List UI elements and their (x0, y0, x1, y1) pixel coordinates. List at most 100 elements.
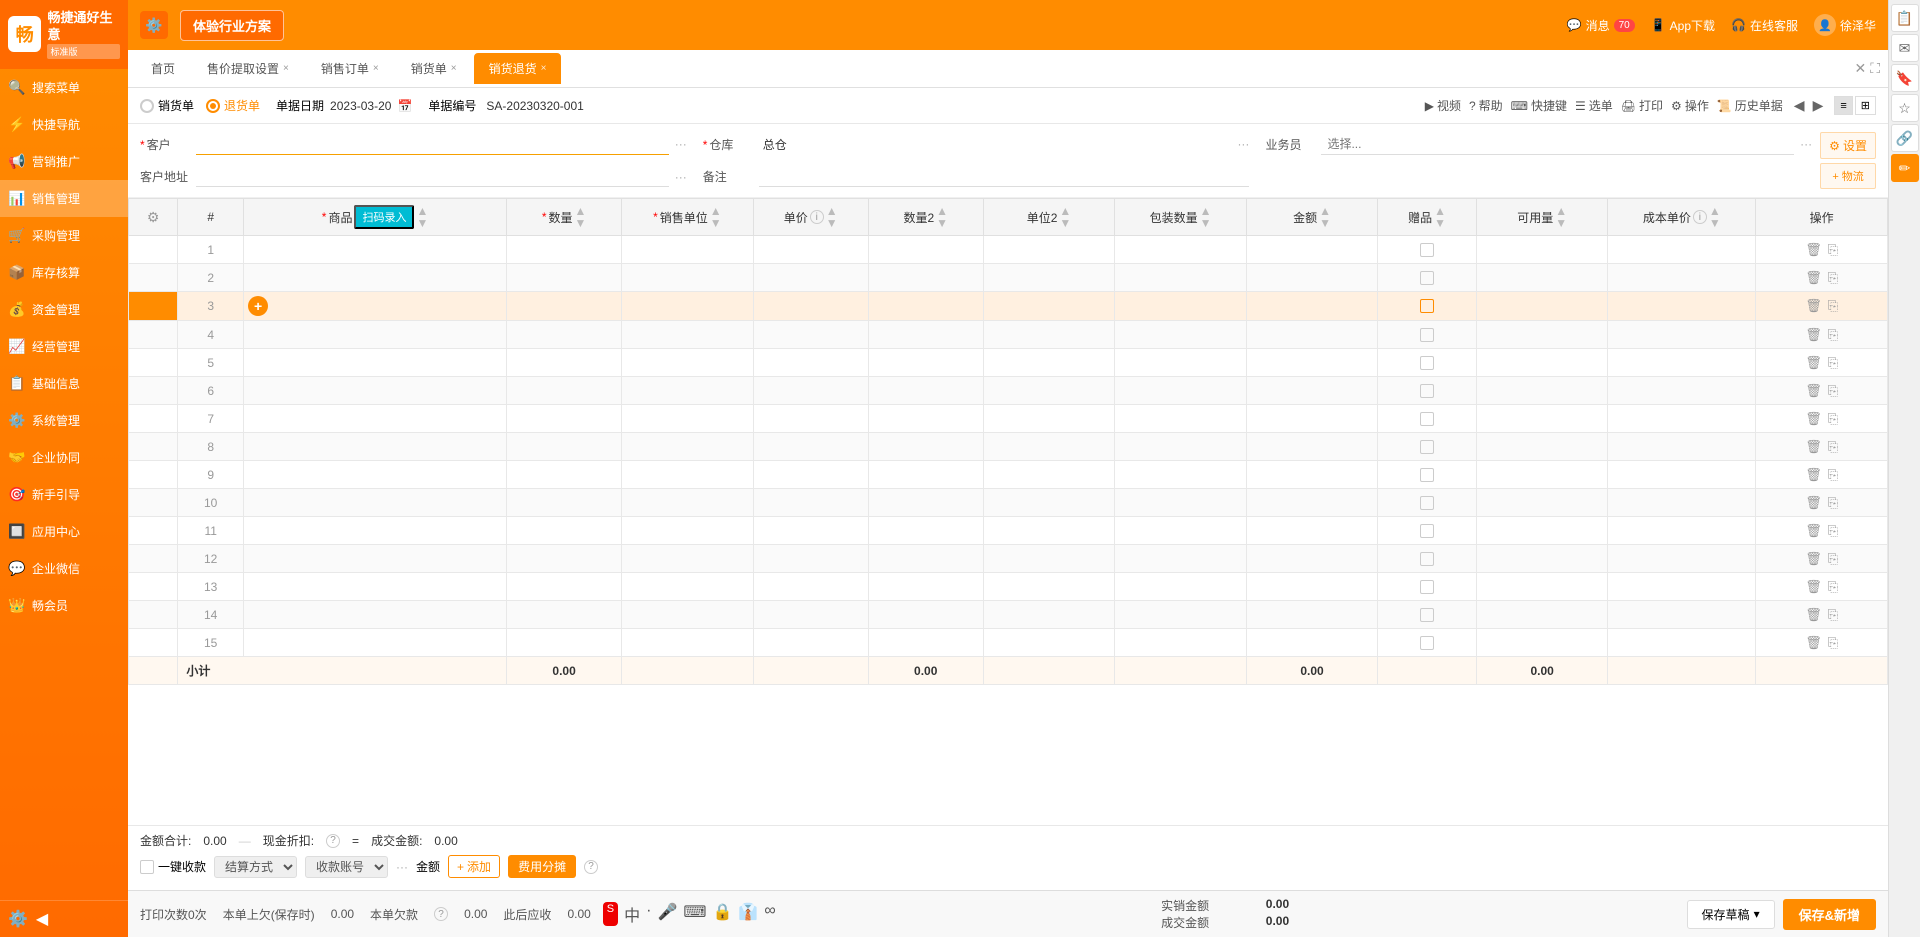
td-price-5[interactable] (753, 349, 868, 377)
delete-row-icon-13[interactable]: 🗑 (1805, 579, 1822, 595)
td-price-12[interactable] (753, 545, 868, 573)
td-pack-12[interactable] (1115, 545, 1247, 573)
gift-checkbox-8[interactable] (1420, 440, 1434, 454)
td-cost-7[interactable] (1608, 405, 1756, 433)
tab-sales-order-close[interactable]: × (373, 63, 379, 74)
td-product-10[interactable] (244, 489, 507, 517)
close-tab-icon[interactable]: ✕ (1854, 60, 1866, 77)
td-price-8[interactable] (753, 433, 868, 461)
sidebar-item-member[interactable]: 👑 畅会员 (0, 587, 128, 624)
delete-row-icon-6[interactable]: 🗑 (1805, 383, 1822, 399)
td-qty2-12[interactable] (868, 545, 983, 573)
radio-delivery[interactable]: 销货单 (140, 97, 194, 114)
copy-row-icon-7[interactable]: ⎘ (1828, 411, 1838, 427)
td-pack-10[interactable] (1115, 489, 1247, 517)
td-amount-4[interactable] (1246, 321, 1378, 349)
td-cost-12[interactable] (1608, 545, 1756, 573)
delete-row-icon-1[interactable]: 🗑 (1805, 242, 1822, 258)
td-product-15[interactable] (244, 629, 507, 657)
td-qty2-5[interactable] (868, 349, 983, 377)
td-unit2-3[interactable] (983, 292, 1115, 321)
td-avail-2[interactable] (1476, 264, 1608, 292)
gift-checkbox-11[interactable] (1420, 524, 1434, 538)
td-qty2-1[interactable] (868, 236, 983, 264)
tab-sales-order[interactable]: 销售订单 × (306, 53, 394, 84)
copy-row-icon-1[interactable]: ⎘ (1828, 242, 1838, 258)
td-amount-7[interactable] (1246, 405, 1378, 433)
tab-sales-delivery[interactable]: 销货单 × (396, 53, 472, 84)
right-panel-bookmark-icon[interactable]: 🔖 (1891, 64, 1919, 92)
td-pack-13[interactable] (1115, 573, 1247, 601)
sidebar-item-finance[interactable]: 💰 资金管理 (0, 291, 128, 328)
sougou-icon[interactable]: S (603, 902, 618, 926)
td-pack-9[interactable] (1115, 461, 1247, 489)
tool-icon4[interactable]: ⌨ (683, 902, 706, 926)
td-unit-14[interactable] (622, 601, 754, 629)
delete-row-icon-7[interactable]: 🗑 (1805, 411, 1822, 427)
td-amount-14[interactable] (1246, 601, 1378, 629)
td-qty2-7[interactable] (868, 405, 983, 433)
settlement-method-select[interactable]: 结算方式 (214, 856, 297, 878)
td-price-10[interactable] (753, 489, 868, 517)
price-info-icon[interactable]: i (810, 210, 824, 224)
td-qty-11[interactable] (507, 517, 622, 545)
td-qty2-4[interactable] (868, 321, 983, 349)
logistics-btn[interactable]: + 物流 (1820, 163, 1876, 189)
td-unit-15[interactable] (622, 629, 754, 657)
delete-row-icon-12[interactable]: 🗑 (1805, 551, 1822, 567)
td-cost-13[interactable] (1608, 573, 1756, 601)
delete-row-icon-9[interactable]: 🗑 (1805, 467, 1822, 483)
td-price-2[interactable] (753, 264, 868, 292)
copy-row-icon-9[interactable]: ⎘ (1828, 467, 1838, 483)
radio-return[interactable]: 退货单 (206, 97, 260, 114)
expense-info-icon[interactable]: ? (584, 860, 598, 874)
td-qty-3[interactable] (507, 292, 622, 321)
td-price-14[interactable] (753, 601, 868, 629)
td-avail-15[interactable] (1476, 629, 1608, 657)
td-unit-2[interactable] (622, 264, 754, 292)
td-cost-3[interactable] (1608, 292, 1756, 321)
sidebar-item-sales[interactable]: 📊 销售管理 (0, 180, 128, 217)
td-product-4[interactable] (244, 321, 507, 349)
td-qty2-3[interactable] (868, 292, 983, 321)
td-avail-11[interactable] (1476, 517, 1608, 545)
td-qty2-11[interactable] (868, 517, 983, 545)
td-product-11[interactable] (244, 517, 507, 545)
td-qty-5[interactable] (507, 349, 622, 377)
td-pack-5[interactable] (1115, 349, 1247, 377)
copy-row-icon-11[interactable]: ⎘ (1828, 523, 1838, 539)
scan-input-btn[interactable]: 扫码录入 (354, 205, 414, 229)
delete-row-icon-10[interactable]: 🗑 (1805, 495, 1822, 511)
gift-checkbox-9[interactable] (1420, 468, 1434, 482)
td-product-8[interactable] (244, 433, 507, 461)
sidebar-search[interactable]: 🔍 搜索菜单 (0, 69, 128, 106)
td-unit-13[interactable] (622, 573, 754, 601)
delete-row-icon-15[interactable]: 🗑 (1805, 635, 1822, 651)
delete-row-icon-5[interactable]: 🗑 (1805, 355, 1822, 371)
sidebar-item-inventory[interactable]: 📦 库存核算 (0, 254, 128, 291)
td-unit-4[interactable] (622, 321, 754, 349)
td-unit-3[interactable] (622, 292, 754, 321)
delete-row-icon-8[interactable]: 🗑 (1805, 439, 1822, 455)
gift-checkbox-6[interactable] (1420, 384, 1434, 398)
calendar-icon[interactable]: 📅 (397, 99, 412, 113)
right-panel-clipboard-icon[interactable]: 📋 (1891, 4, 1919, 32)
tool-icon5[interactable]: 🔒 (713, 902, 733, 926)
td-price-15[interactable] (753, 629, 868, 657)
tab-return-close[interactable]: × (541, 63, 547, 74)
td-pack-7[interactable] (1115, 405, 1247, 433)
gift-checkbox-5[interactable] (1420, 356, 1434, 370)
app-download-btn[interactable]: 📱 App下载 (1651, 17, 1715, 34)
topbar-settings-icon[interactable]: ⚙️ (140, 11, 168, 39)
td-amount-10[interactable] (1246, 489, 1378, 517)
save-draft-btn[interactable]: 保存草稿 ▾ (1687, 900, 1775, 929)
payment-checkbox[interactable] (140, 860, 154, 874)
copy-row-icon-14[interactable]: ⎘ (1828, 607, 1838, 623)
account-number-select[interactable]: 收款账号 (305, 856, 388, 878)
td-unit2-7[interactable] (983, 405, 1115, 433)
gift-checkbox-15[interactable] (1420, 636, 1434, 650)
gift-checkbox-1[interactable] (1420, 243, 1434, 257)
td-unit-1[interactable] (622, 236, 754, 264)
td-qty-7[interactable] (507, 405, 622, 433)
customer-dots[interactable]: ··· (675, 137, 687, 151)
